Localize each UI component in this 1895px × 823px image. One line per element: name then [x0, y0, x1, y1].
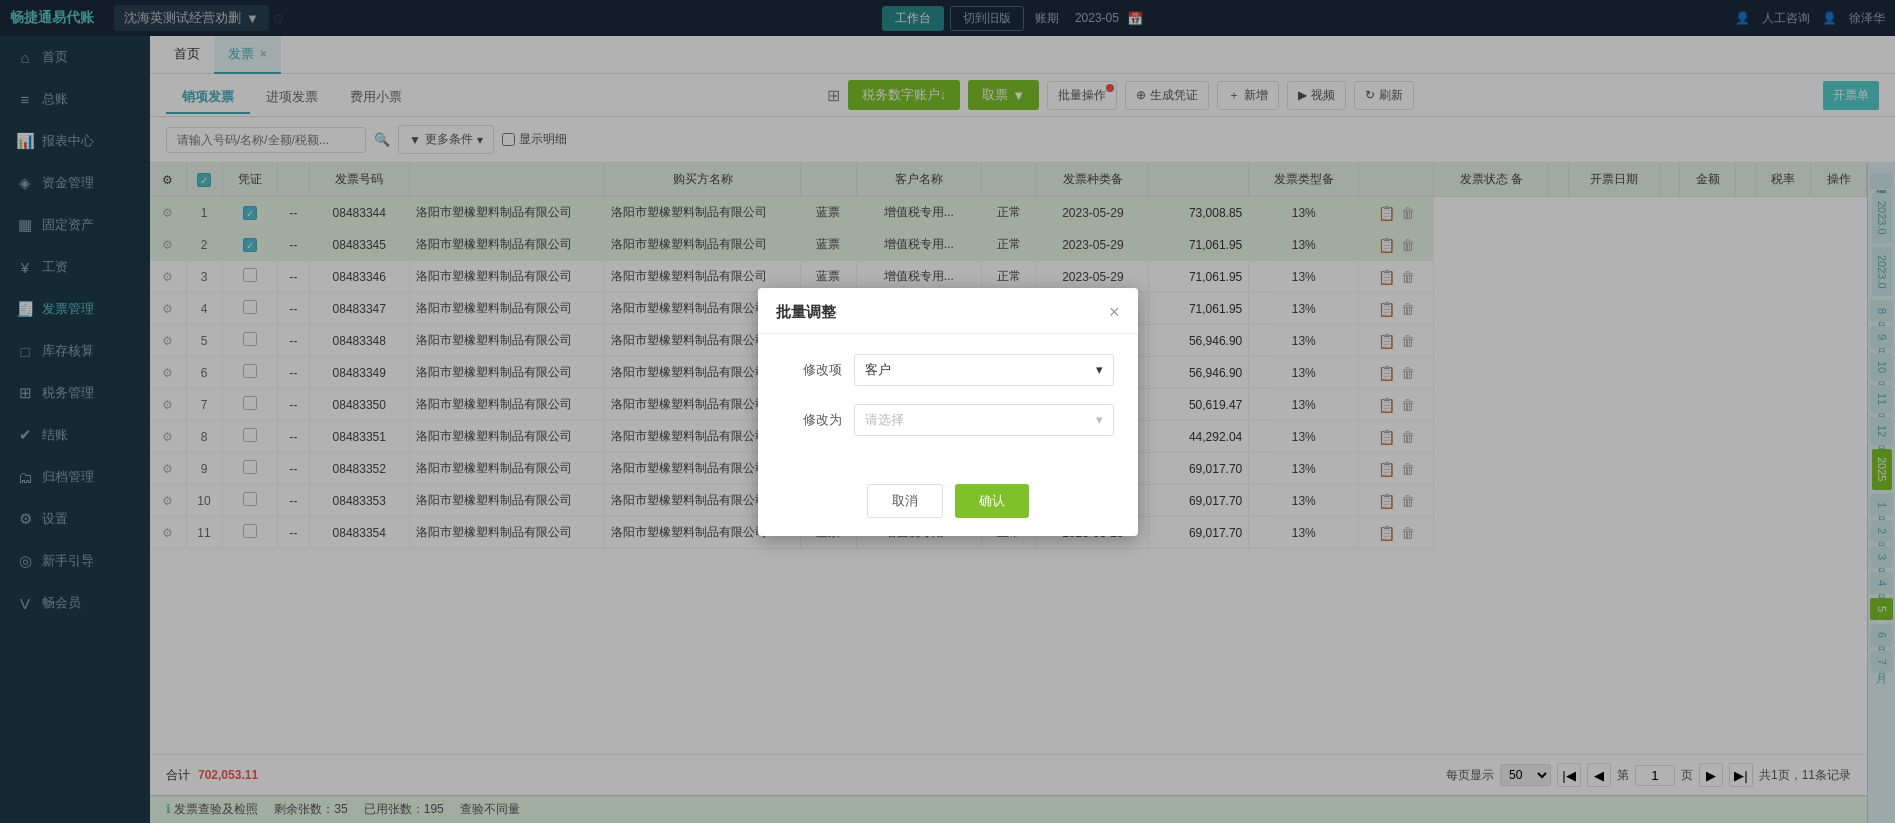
- modal-overlay: 批量调整 × 修改项 客户 ▾ 修改为 请选择 ▾ 取消 确认: [0, 0, 1895, 823]
- modal-header: 批量调整 ×: [758, 288, 1138, 334]
- chevron-down-icon: ▾: [1096, 362, 1103, 377]
- modal-value-select[interactable]: 请选择 ▾: [854, 404, 1114, 436]
- modal-footer: 取消 确认: [758, 474, 1138, 536]
- modal-value-label: 修改为: [782, 411, 842, 429]
- cancel-button[interactable]: 取消: [867, 484, 943, 518]
- modal-field-value: 客户: [865, 361, 891, 379]
- modal-title: 批量调整: [776, 303, 836, 322]
- confirm-button[interactable]: 确认: [955, 484, 1029, 518]
- modal-value-row: 修改为 请选择 ▾: [782, 404, 1114, 436]
- chevron-down-icon2: ▾: [1096, 412, 1103, 427]
- modal-field-label: 修改项: [782, 361, 842, 379]
- batch-adjust-modal: 批量调整 × 修改项 客户 ▾ 修改为 请选择 ▾ 取消 确认: [758, 288, 1138, 536]
- modal-value-placeholder: 请选择: [865, 411, 904, 429]
- modal-field-row: 修改项 客户 ▾: [782, 354, 1114, 386]
- modal-field-select[interactable]: 客户 ▾: [854, 354, 1114, 386]
- modal-body: 修改项 客户 ▾ 修改为 请选择 ▾: [758, 334, 1138, 474]
- modal-close-icon[interactable]: ×: [1109, 302, 1120, 323]
